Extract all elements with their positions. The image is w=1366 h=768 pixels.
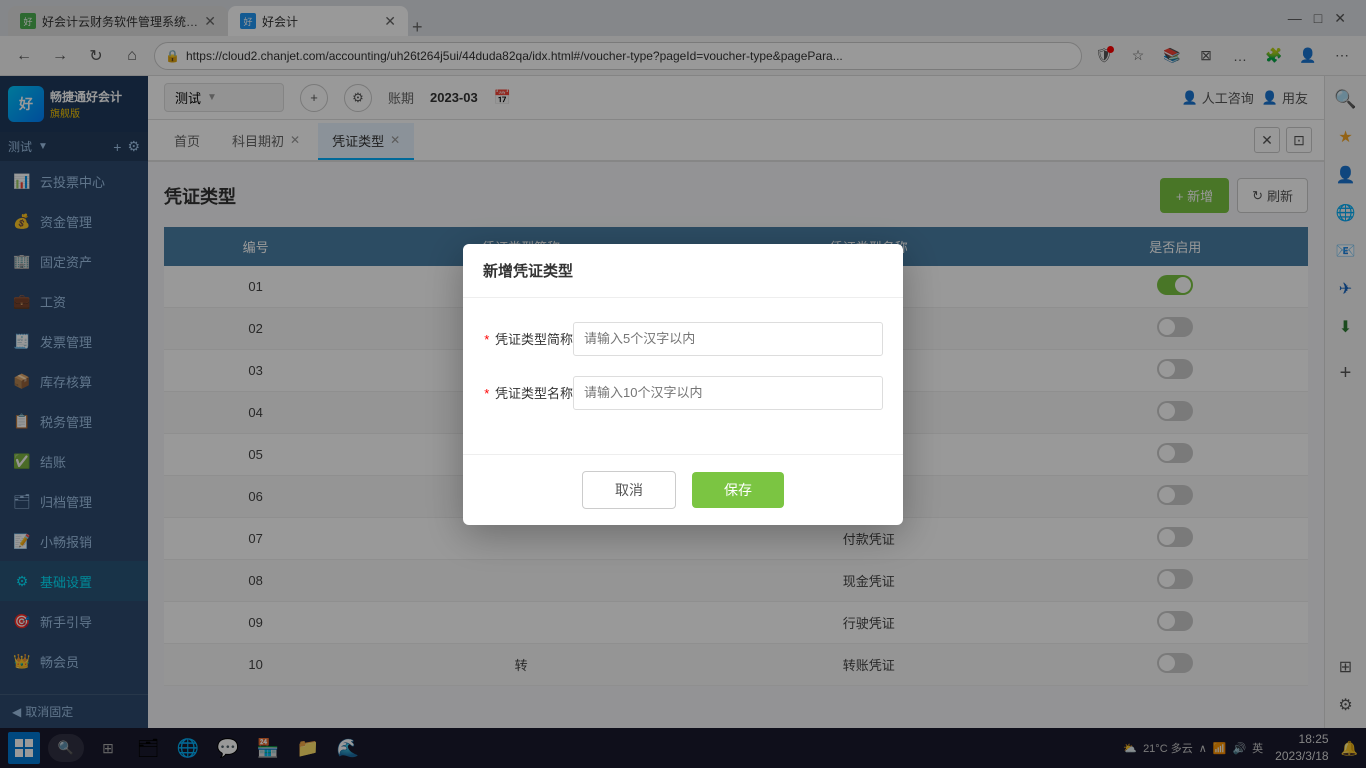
required-star-1: * (484, 332, 489, 347)
modal-title: 新增凭证类型 (483, 260, 573, 281)
modal-overlay: 新增凭证类型 * 凭证类型简称 * 凭证类型名称 取消 保存 (0, 0, 1366, 768)
modal-footer: 取消 保存 (463, 454, 903, 525)
modal-body: * 凭证类型简称 * 凭证类型名称 (463, 298, 903, 454)
cancel-button[interactable]: 取消 (582, 471, 676, 509)
short-name-input[interactable] (573, 322, 883, 356)
full-name-row: * 凭证类型名称 (483, 376, 883, 410)
full-name-input[interactable] (573, 376, 883, 410)
save-button[interactable]: 保存 (692, 472, 784, 508)
add-voucher-modal: 新增凭证类型 * 凭证类型简称 * 凭证类型名称 取消 保存 (463, 244, 903, 525)
required-star-2: * (484, 386, 489, 401)
short-name-row: * 凭证类型简称 (483, 322, 883, 356)
short-name-label: * 凭证类型简称 (483, 329, 573, 348)
modal-header: 新增凭证类型 (463, 244, 903, 298)
full-name-label: * 凭证类型名称 (483, 383, 573, 402)
